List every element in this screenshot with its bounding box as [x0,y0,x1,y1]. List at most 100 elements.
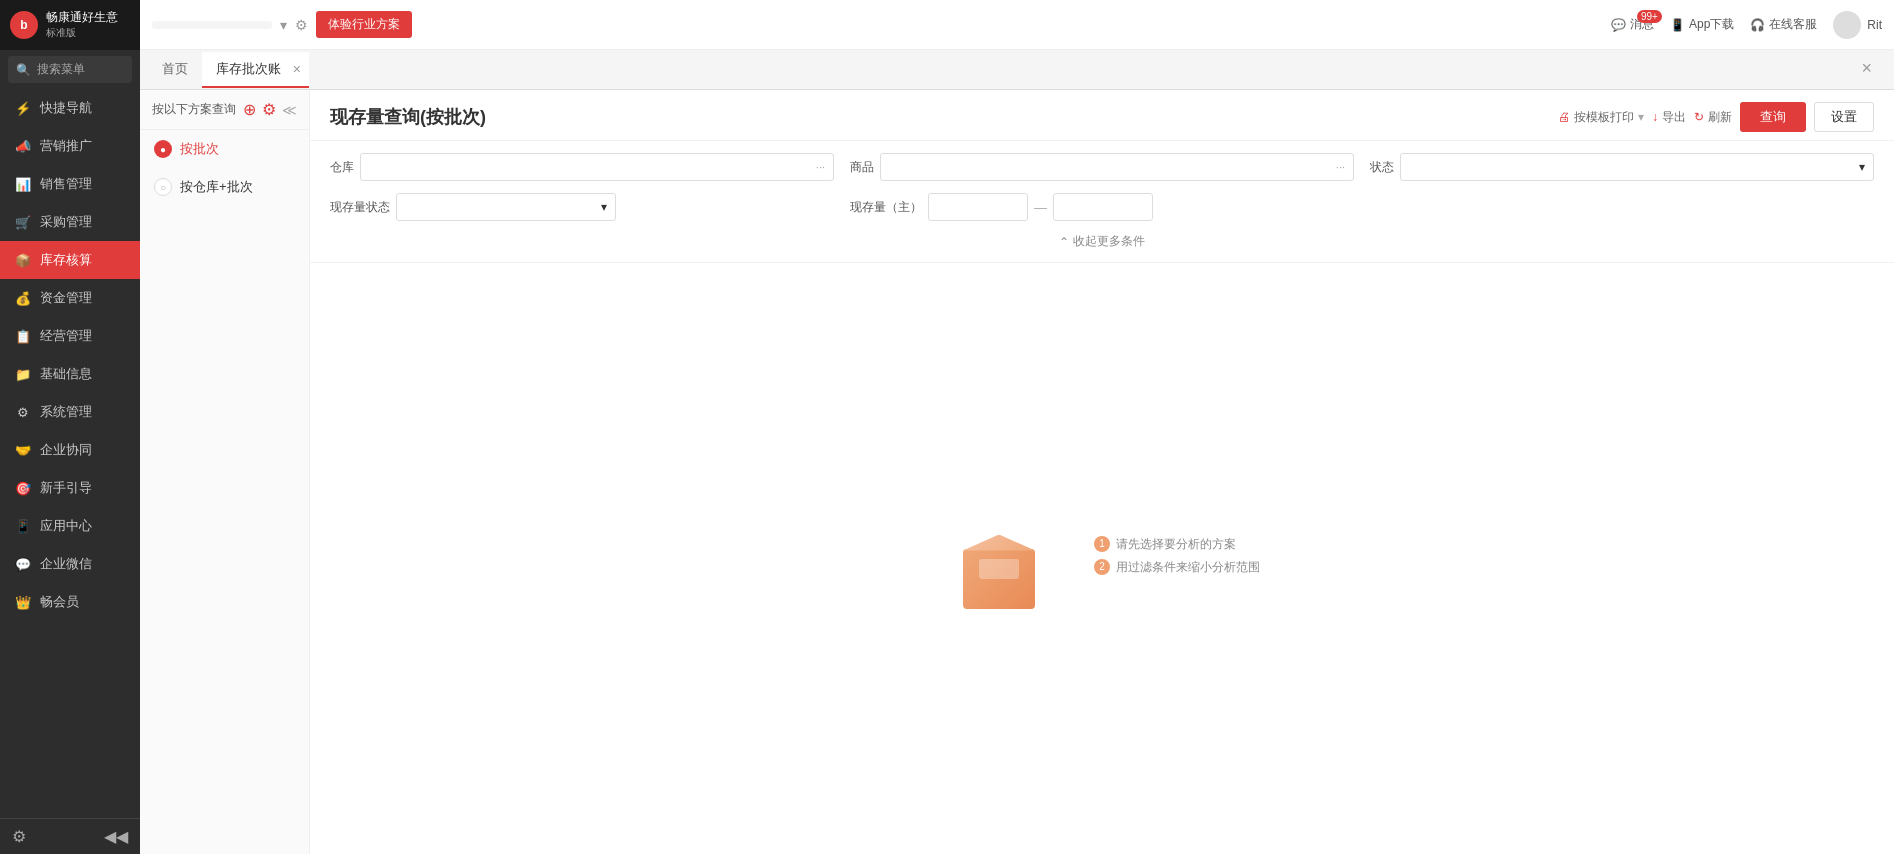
tabbar: 首页 库存批次账 × × [140,50,1894,90]
filter-row-1: 仓库 ··· 商品 ··· 状态 [330,153,1874,181]
app-edition: 标准版 [46,26,118,40]
app-download-action[interactable]: 📱 App下载 [1670,16,1734,33]
sidebar-item-enterprise[interactable]: 🤝 企业协同 [0,431,140,469]
refresh-label: 刷新 [1708,109,1732,126]
tab-close-icon[interactable]: × [293,61,301,77]
panel-item-batch[interactable]: ● 按批次 [140,130,309,168]
content-area: 按以下方案查询 ⊕ ⚙ ≪ ● 按批次 ○ 按仓库+批次 [140,90,1894,854]
member-icon: 👑 [14,593,32,611]
top-search-box[interactable] [152,21,272,29]
tab-close-all[interactable]: × [1847,50,1886,89]
status-filter: 状态 ▾ [1370,153,1874,181]
sidebar-item-label: 畅会员 [40,593,79,611]
filter-row-2: 现存量状态 ▾ 现存量（主） — [330,193,1874,221]
sidebar-item-label: 采购管理 [40,213,92,231]
refresh-action[interactable]: ↻ 刷新 [1694,109,1732,126]
goods-input[interactable]: ··· [880,153,1354,181]
sidebar-item-label: 营销推广 [40,137,92,155]
online-service-action[interactable]: 🎧 在线客服 [1750,16,1817,33]
tab-home-label: 首页 [162,60,188,78]
user-action[interactable]: Rit [1833,11,1882,39]
panel-item-batch-label: 按批次 [180,140,219,158]
edit-scheme-icon[interactable]: ⚙ [262,100,276,119]
sidebar-item-inventory[interactable]: 📦 库存核算 [0,241,140,279]
sidebar-item-finance[interactable]: 💰 资金管理 [0,279,140,317]
empty-illustration [944,509,1054,609]
sidebar-footer: ⚙ ◀◀ [0,818,140,854]
status-select[interactable]: ▾ [1400,153,1874,181]
empty-hints: 1 请先选择要分析的方案 2 用过滤条件来缩小分析范围 [1094,536,1260,582]
sidebar-item-label: 新手引导 [40,479,92,497]
sidebar-item-label: 应用中心 [40,517,92,535]
company-name: 畅康通好生意 [46,10,118,26]
service-icon: 🎧 [1750,18,1765,32]
sidebar-item-system[interactable]: ⚙ 系统管理 [0,393,140,431]
sidebar-item-label: 经营管理 [40,327,92,345]
sidebar-item-marketing[interactable]: 📣 营销推广 [0,127,140,165]
sidebar-item-label: 系统管理 [40,403,92,421]
collapse-row[interactable]: ⌃ 收起更多条件 [330,233,1874,250]
stock-qty-to[interactable] [1053,193,1153,221]
export-action[interactable]: ↓ 导出 [1652,109,1686,126]
refresh-icon: ↻ [1694,110,1704,124]
collapse-icon: ⌃ [1059,235,1069,249]
marketing-icon: 📣 [14,137,32,155]
print-label: 按模板打印 [1574,109,1634,126]
messages-action[interactable]: 💬 消息 99+ [1611,16,1654,33]
settings-button[interactable]: 设置 [1814,102,1874,132]
warehouse-input[interactable]: ··· [360,153,834,181]
hint-2-text: 用过滤条件来缩小分析范围 [1116,559,1260,576]
tab-inventory-batch-label: 库存批次账 [216,60,281,78]
app-logo: b [10,11,38,39]
business-icon: 📋 [14,327,32,345]
settings-footer-icon[interactable]: ⚙ [12,827,26,846]
warehouse-label: 仓库 [330,159,354,176]
status-dropdown-icon: ▾ [1859,160,1865,174]
sidebar-item-member[interactable]: 👑 畅会员 [0,583,140,621]
stock-status-select[interactable]: ▾ [396,193,616,221]
newcomer-icon: 🎯 [14,479,32,497]
sidebar-item-label: 企业微信 [40,555,92,573]
page-actions: 🖨 按模板打印 ▾ ↓ 导出 ↻ 刷新 查询 设置 [1558,102,1874,132]
sidebar-item-purchase[interactable]: 🛒 采购管理 [0,203,140,241]
empty-state: 1 请先选择要分析的方案 2 用过滤条件来缩小分析范围 [310,263,1894,854]
collapse-sidebar-icon[interactable]: ◀◀ [104,827,128,846]
stock-status-label: 现存量状态 [330,199,390,216]
collapse-panel-icon[interactable]: ≪ [282,102,297,118]
topbar-dropdown-icon[interactable]: ▾ [280,17,287,33]
panel-item-warehouse-batch-label: 按仓库+批次 [180,178,253,196]
sidebar-header: b 畅康通好生意 标准版 [0,0,140,50]
print-dropdown-icon[interactable]: ▾ [1638,110,1644,124]
sidebar-item-newcomer[interactable]: 🎯 新手引导 [0,469,140,507]
export-label: 导出 [1662,109,1686,126]
sidebar-search[interactable]: 🔍 搜索菜单 [8,56,132,83]
topbar-settings-icon[interactable]: ⚙ [295,17,308,33]
tab-inventory-batch[interactable]: 库存批次账 × [202,52,309,88]
sidebar-item-app-center[interactable]: 📱 应用中心 [0,507,140,545]
sidebar-item-sales[interactable]: 📊 销售管理 [0,165,140,203]
print-action[interactable]: 🖨 按模板打印 ▾ [1558,109,1644,126]
panel-item-warehouse-batch[interactable]: ○ 按仓库+批次 [140,168,309,206]
sidebar-item-label: 资金管理 [40,289,92,307]
user-avatar [1833,11,1861,39]
sales-icon: 📊 [14,175,32,193]
empty-hint-1: 1 请先选择要分析的方案 [1094,536,1260,553]
main-wrapper: ▾ ⚙ 体验行业方案 💬 消息 99+ 📱 App下载 🎧 在线客服 Rit [140,0,1894,854]
sidebar-item-label: 销售管理 [40,175,92,193]
sidebar-item-business[interactable]: 📋 经营管理 [0,317,140,355]
stock-qty-dash: — [1034,200,1047,215]
stock-status-dropdown-icon: ▾ [601,200,607,214]
experience-btn[interactable]: 体验行业方案 [316,11,412,38]
enterprise-icon: 🤝 [14,441,32,459]
app-download-label: App下载 [1689,16,1734,33]
sidebar-item-basic[interactable]: 📁 基础信息 [0,355,140,393]
sidebar-item-shortcut[interactable]: ⚡ 快捷导航 [0,89,140,127]
shortcut-icon: ⚡ [14,99,32,117]
stock-status-filter: 现存量状态 ▾ [330,193,834,221]
stock-qty-from[interactable] [928,193,1028,221]
tab-home[interactable]: 首页 [148,52,202,88]
sidebar-item-wechat[interactable]: 💬 企业微信 [0,545,140,583]
add-scheme-icon[interactable]: ⊕ [243,100,256,119]
user-name: Rit [1867,18,1882,32]
query-button[interactable]: 查询 [1740,102,1806,132]
